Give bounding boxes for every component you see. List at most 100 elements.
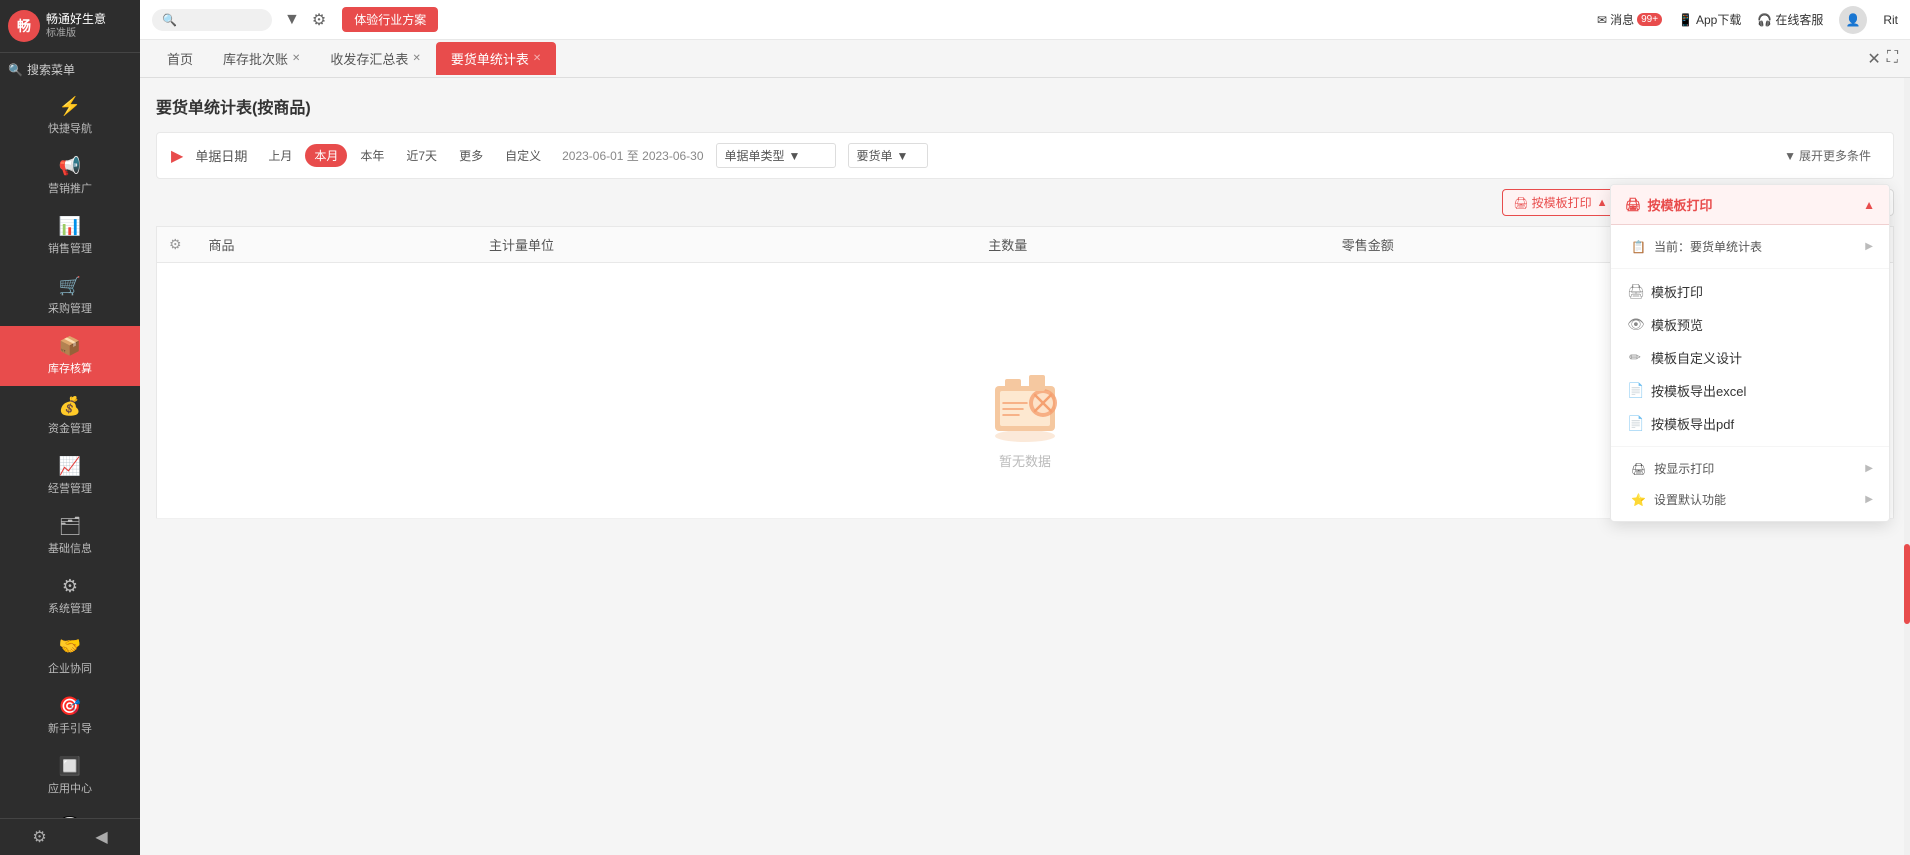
sidebar-item-quick-nav[interactable]: ⚡ 快捷导航 (0, 86, 140, 146)
sidebar-item-newbie[interactable]: 🎯 新手引导 (0, 686, 140, 746)
yaohuo-select[interactable]: 要货单 ▼ (848, 143, 928, 168)
dropdown-display-print[interactable]: 🖨 按显示打印 ▶ (1611, 453, 1889, 484)
yaohuo-arrow: ▼ (897, 149, 909, 163)
window-close-btn[interactable]: ✕ (1867, 49, 1880, 69)
newbie-label: 新手引导 (48, 720, 92, 736)
expand-icon: ▼ (1784, 149, 1796, 163)
inventory-icon: 📦 (59, 336, 81, 357)
expand-conditions-btn[interactable]: ▼ 展开更多条件 (1776, 144, 1879, 167)
sidebar: 畅 畅通好生意 标准版 🔍 搜索菜单 ⚡ 快捷导航 📢 营销推广 📊 销售管理 … (0, 0, 140, 855)
sidebar-item-cooperation[interactable]: 🤝 企业协同 (0, 626, 140, 686)
type-select[interactable]: 单据单类型 ▼ (716, 143, 836, 168)
date-btn-last-month[interactable]: 上月 (259, 144, 301, 167)
sidebar-item-purchase[interactable]: 🛒 采购管理 (0, 266, 140, 326)
app-logo: 畅 畅通好生意 标准版 (0, 0, 140, 53)
date-btn-7days[interactable]: 近7天 (397, 144, 446, 167)
display-print-icon: 🖨 (1631, 462, 1646, 476)
tab-home[interactable]: 首页 (152, 42, 208, 75)
dropdown-default-func[interactable]: ⭐ 设置默认功能 ▶ (1611, 484, 1889, 515)
date-btn-this-year[interactable]: 本年 (351, 144, 393, 167)
collapse-icon[interactable]: ◀ (95, 827, 107, 847)
type-select-arrow: ▼ (789, 149, 801, 163)
topbar-search-icon: 🔍 (162, 13, 177, 27)
topbar-right: ✉ 消息 99+ 📱 App下载 🎧 在线客服 👤 Rit (1597, 6, 1898, 34)
sidebar-nav: ⚡ 快捷导航 📢 营销推广 📊 销售管理 🛒 采购管理 📦 库存核算 💰 资金管… (0, 86, 140, 818)
topbar: 🔍 ▼ ⚙ 体验行业方案 ✉ 消息 99+ 📱 App下载 🎧 在线客服 👤 R… (140, 0, 1910, 40)
basic-icon: 🗂 (59, 516, 82, 537)
date-btns: 上月 本月 本年 近7天 更多 自定义 (259, 144, 550, 167)
dropdown-item-template-design[interactable]: ✏ 模板自定义设计 (1611, 341, 1889, 374)
tab-close-order-stats[interactable]: ✕ (533, 53, 541, 64)
trial-btn[interactable]: 体验行业方案 (342, 7, 438, 32)
logo-icon: 畅 (8, 10, 40, 42)
marketing-icon: 📢 (59, 156, 81, 177)
dropdown-title: 🖨 按模板打印 (1625, 195, 1713, 214)
dropdown-header: 🖨 按模板打印 ▲ (1611, 185, 1889, 225)
apps-icon: 🔲 (59, 756, 81, 777)
sidebar-item-basic[interactable]: 🗂 基础信息 (0, 506, 140, 566)
table-settings-icon[interactable]: ⚙ (169, 236, 182, 252)
filter-row-1: ▶ 单据日期 上月 本月 本年 近7天 更多 自定义 2023-06-01 至 … (171, 143, 1879, 168)
online-service-btn[interactable]: 🎧 在线客服 (1757, 11, 1823, 28)
finance-label: 资金管理 (48, 420, 92, 436)
dropdown-collapse-icon[interactable]: ▲ (1863, 198, 1875, 212)
sidebar-item-inventory[interactable]: 📦 库存核算 (0, 326, 140, 386)
default-func-icon: ⭐ (1631, 493, 1646, 507)
dropdown-item-export-excel[interactable]: 📄 按模板导出excel (1611, 374, 1889, 407)
sidebar-item-system[interactable]: ⚙ 系统管理 (0, 566, 140, 626)
username: Rit (1883, 13, 1898, 27)
window-maximize-btn[interactable]: ⛶ (1887, 49, 1898, 69)
sidebar-search[interactable]: 🔍 搜索菜单 (0, 53, 140, 86)
dropdown-current-item[interactable]: 📋 当前：要货单统计表 ▶ (1611, 231, 1889, 262)
quick-nav-icon: ⚡ (59, 96, 81, 117)
right-scrollbar[interactable] (1904, 78, 1910, 855)
dropdown-item-template-print[interactable]: 🖨 模板打印 (1611, 275, 1889, 308)
col-unit: 主计量单位 (477, 227, 976, 263)
date-range: 2023-06-01 至 2023-06-30 (562, 147, 703, 164)
topbar-search-box[interactable]: 🔍 (152, 9, 272, 31)
download-icon: 📱 (1678, 13, 1693, 27)
dropdown-menu: 🖨 按模板打印 ▲ 📋 当前：要货单统计表 ▶ 🖨 模板打印 (1610, 184, 1890, 522)
date-filter-label: 单据日期 (195, 146, 247, 165)
sidebar-item-sales[interactable]: 📊 销售管理 (0, 206, 140, 266)
sidebar-item-apps[interactable]: 🔲 应用中心 (0, 746, 140, 806)
sidebar-bottom: ⚙ ◀ (0, 818, 140, 855)
dropdown-item-template-preview[interactable]: 👁 模板预览 (1611, 308, 1889, 341)
template-print-icon: 🖨 (1627, 283, 1643, 300)
dropdown-current-section: 📋 当前：要货单统计表 ▶ (1611, 225, 1889, 269)
date-btn-this-month[interactable]: 本月 (305, 144, 347, 167)
date-btn-more[interactable]: 更多 (450, 144, 492, 167)
avatar[interactable]: 👤 (1839, 6, 1867, 34)
topbar-gear-icon[interactable]: ▼ (284, 11, 300, 29)
messages-btn[interactable]: ✉ 消息 99+ (1597, 11, 1662, 28)
sidebar-item-marketing[interactable]: 📢 营销推广 (0, 146, 140, 206)
print-chevron-up: ▲ (1597, 197, 1608, 209)
tab-batch-account[interactable]: 库存批次账 ✕ (208, 42, 315, 75)
print-btn[interactable]: 🖨 按模板打印 ▲ (1502, 189, 1618, 216)
empty-text: 暂无数据 (999, 451, 1051, 470)
topbar-settings-icon[interactable]: ⚙ (312, 10, 326, 30)
purchase-label: 采购管理 (48, 300, 92, 316)
dropdown-display-section: 🖨 按显示打印 ▶ ⭐ 设置默认功能 ▶ (1611, 447, 1889, 521)
cooperation-label: 企业协同 (48, 660, 92, 676)
dropdown-items-section: 🖨 模板打印 👁 模板预览 ✏ 模板自定义设计 📄 按模板导出excel 📄 (1611, 269, 1889, 447)
sidebar-item-operation[interactable]: 📈 经营管理 (0, 446, 140, 506)
sidebar-item-wecom[interactable]: 💬 企业微信 (0, 806, 140, 818)
tab-close-batch-account[interactable]: ✕ (292, 53, 300, 64)
finance-icon: 💰 (59, 396, 81, 417)
default-func-arrow: ▶ (1865, 494, 1873, 505)
tab-receipt-summary[interactable]: 收发存汇总表 ✕ (315, 42, 435, 75)
dropdown-item-export-pdf[interactable]: 📄 按模板导出pdf (1611, 407, 1889, 440)
tab-close-receipt-summary[interactable]: ✕ (412, 53, 420, 64)
tab-order-stats[interactable]: 要货单统计表 ✕ (436, 42, 556, 75)
messages-badge: 99+ (1637, 13, 1662, 26)
quick-nav-label: 快捷导航 (48, 120, 92, 136)
sidebar-item-finance[interactable]: 💰 资金管理 (0, 386, 140, 446)
template-preview-icon: 👁 (1627, 316, 1643, 333)
wecom-icon: 💬 (59, 816, 81, 818)
app-download-btn[interactable]: 📱 App下载 (1678, 11, 1741, 28)
date-btn-custom[interactable]: 自定义 (496, 144, 550, 167)
settings-bottom-icon[interactable]: ⚙ (32, 827, 46, 847)
filter-expand-icon[interactable]: ▶ (171, 146, 183, 166)
system-icon: ⚙ (62, 576, 78, 597)
